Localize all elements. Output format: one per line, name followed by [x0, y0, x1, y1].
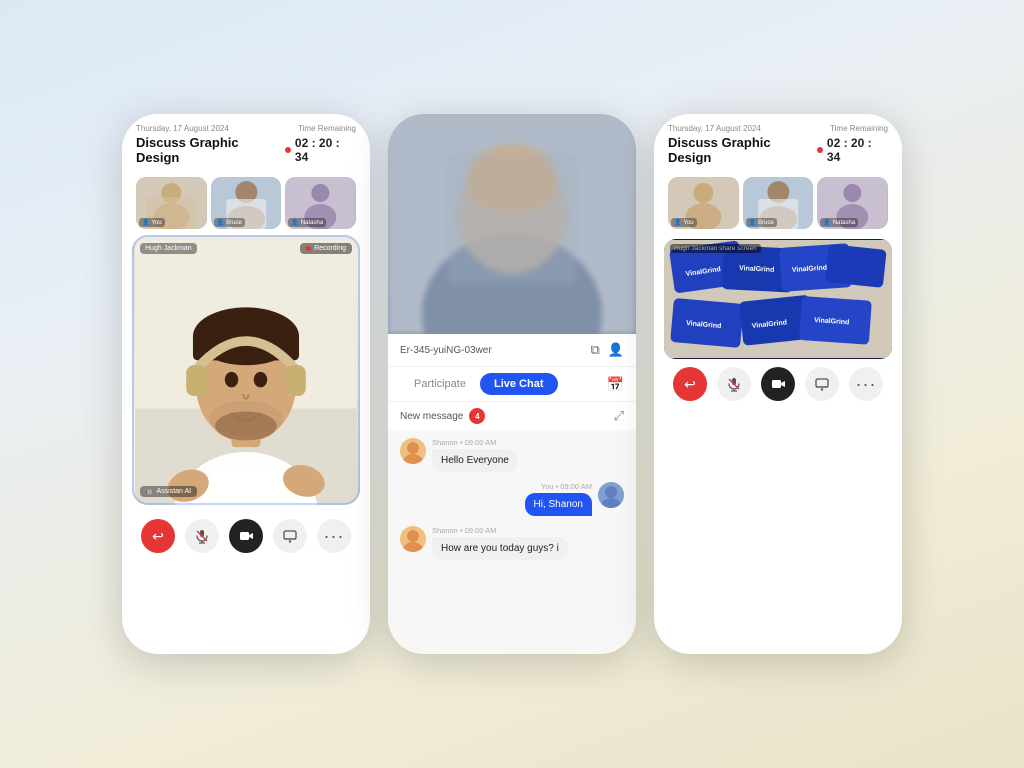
- cast-button[interactable]: [273, 519, 307, 553]
- msg-content-3: Shanon • 09:00 AM How are you today guys…: [432, 526, 568, 560]
- chat-messages: Shanon • 09:00 AM Hello Everyone: [388, 430, 636, 654]
- right-video-button[interactable]: [761, 367, 795, 401]
- user-icon[interactable]: 👤: [608, 342, 624, 358]
- right-participant-thumb-bruce[interactable]: 👤 Bruce: [743, 177, 814, 229]
- phone-right: Thursday, 17 August 2024 Time Remaining …: [654, 114, 902, 654]
- right-controls: ↩: [654, 359, 902, 413]
- left-ai-label: 🤖 Assistan AI: [140, 486, 197, 497]
- message-row-1: Shanon • 09:00 AM Hello Everyone: [400, 438, 624, 472]
- chat-panel: Er-345-yuiNG-03wer ⧉ 👤 Participate Live …: [388, 114, 636, 654]
- person-icon: 👤: [217, 219, 224, 226]
- tab-participate[interactable]: Participate: [400, 373, 480, 395]
- right-timer: 02 : 20 : 34: [817, 136, 888, 164]
- more-button[interactable]: ···: [317, 519, 351, 553]
- person-icon: 👤: [823, 219, 830, 226]
- right-time-label: Time Remaining: [830, 124, 888, 133]
- right-date: Thursday, 17 August 2024: [668, 124, 761, 133]
- msg-meta-1: Shanon • 09:00 AM: [432, 438, 518, 447]
- left-main-video: Hugh Jackman Recording 🤖 Assistan AI: [132, 235, 360, 505]
- msg-meta-3: Shanon • 09:00 AM: [432, 526, 568, 535]
- share-screen-label: Hugh Jackman share screen: [670, 244, 761, 253]
- person-icon: 👤: [749, 219, 756, 226]
- right-more-button[interactable]: ···: [849, 367, 883, 401]
- chat-header: Er-345-yuiNG-03wer ⧉ 👤: [388, 334, 636, 367]
- message-count-badge: 4: [469, 408, 485, 424]
- message-row-3: Shanon • 09:00 AM How are you today guys…: [400, 526, 624, 560]
- right-label-you: 👤 You: [671, 218, 697, 227]
- left-video-content: [132, 235, 360, 505]
- label-bruce: 👤 Bruce: [214, 218, 245, 227]
- left-time-label: Time Remaining: [298, 124, 356, 133]
- right-label-natasha: 👤 Natasha: [820, 218, 858, 227]
- label-natasha: 👤 Natasha: [288, 218, 326, 227]
- tab-livechat[interactable]: Live Chat: [480, 373, 558, 395]
- person-icon: 👤: [291, 219, 298, 226]
- right-mic-button[interactable]: [717, 367, 751, 401]
- right-split-video: Hugh Jackman Recording 🤖 Assistan AI: [664, 235, 892, 359]
- right-title: Discuss Graphic Design: [668, 135, 817, 165]
- left-date: Thursday, 17 August 2024: [136, 124, 229, 133]
- new-message-bar: New message 4 ⤢: [388, 402, 636, 430]
- message-row-2: You • 09:00 AM Hi, Shanon: [400, 482, 624, 516]
- phones-container: Thursday, 17 August 2024 Time Remaining …: [122, 114, 902, 654]
- msg-meta-2: You • 09:00 AM: [541, 482, 592, 491]
- expand-icon[interactable]: ⤢: [614, 408, 624, 424]
- left-speaker-badge: Hugh Jackman: [140, 243, 197, 254]
- phone-left: Thursday, 17 August 2024 Time Remaining …: [122, 114, 370, 654]
- copy-icon[interactable]: ⧉: [591, 342, 600, 358]
- hangup-button[interactable]: ↩: [141, 519, 175, 553]
- person-icon: 👤: [674, 219, 681, 226]
- left-recording-badge: Recording: [300, 243, 352, 254]
- msg-bubble-1: Hello Everyone: [432, 449, 518, 472]
- participant-thumb-you[interactable]: 👤 You: [136, 177, 207, 229]
- chat-tabs: Participate Live Chat 📅: [388, 367, 636, 402]
- right-hangup-button[interactable]: ↩: [673, 367, 707, 401]
- timer-dot: [285, 147, 291, 153]
- participant-thumb-natasha[interactable]: 👤 Natasha: [285, 177, 356, 229]
- rec-dot: [306, 246, 311, 251]
- left-header: Thursday, 17 August 2024 Time Remaining …: [122, 114, 370, 171]
- participant-thumb-bruce[interactable]: 👤 Bruce: [211, 177, 282, 229]
- chat-header-icons: ⧉ 👤: [591, 342, 624, 358]
- msg-content-2: You • 09:00 AM Hi, Shanon: [525, 482, 592, 516]
- msg-content-1: Shanon • 09:00 AM Hello Everyone: [432, 438, 518, 472]
- msg-bubble-2: Hi, Shanon: [525, 493, 592, 516]
- chat-video-top: [388, 114, 636, 334]
- right-participants-row: 👤 You 👤 Bruce: [654, 171, 902, 235]
- avatar-you: [598, 482, 624, 508]
- left-title: Discuss Graphic Design: [136, 135, 285, 165]
- label-you: 👤 You: [139, 218, 165, 227]
- room-id: Er-345-yuiNG-03wer: [400, 345, 492, 356]
- video-button[interactable]: [229, 519, 263, 553]
- phone-center: Er-345-yuiNG-03wer ⧉ 👤 Participate Live …: [388, 114, 636, 654]
- right-screen-share: VinalGrind VinalGrind VinalGrind VinalGr…: [664, 239, 892, 359]
- avatar-shanon-3: [400, 526, 426, 552]
- left-controls: ↩: [122, 511, 370, 565]
- right-participant-thumb-natasha[interactable]: 👤 Natasha: [817, 177, 888, 229]
- right-cast-button[interactable]: [805, 367, 839, 401]
- avatar-shanon-1: [400, 438, 426, 464]
- calendar-icon[interactable]: 📅: [607, 376, 624, 393]
- left-timer: 02 : 20 : 34: [285, 136, 356, 164]
- left-participants-row: 👤 You 👤 Bruce: [122, 171, 370, 235]
- right-header: Thursday, 17 August 2024 Time Remaining …: [654, 114, 902, 171]
- mic-button[interactable]: [185, 519, 219, 553]
- right-participant-thumb-you[interactable]: 👤 You: [668, 177, 739, 229]
- new-message-label: New message: [400, 411, 463, 422]
- person-icon: 👤: [142, 219, 149, 226]
- right-timer-dot: [817, 147, 823, 153]
- right-label-bruce: 👤 Bruce: [746, 218, 777, 227]
- msg-bubble-3: How are you today guys? i: [432, 537, 568, 560]
